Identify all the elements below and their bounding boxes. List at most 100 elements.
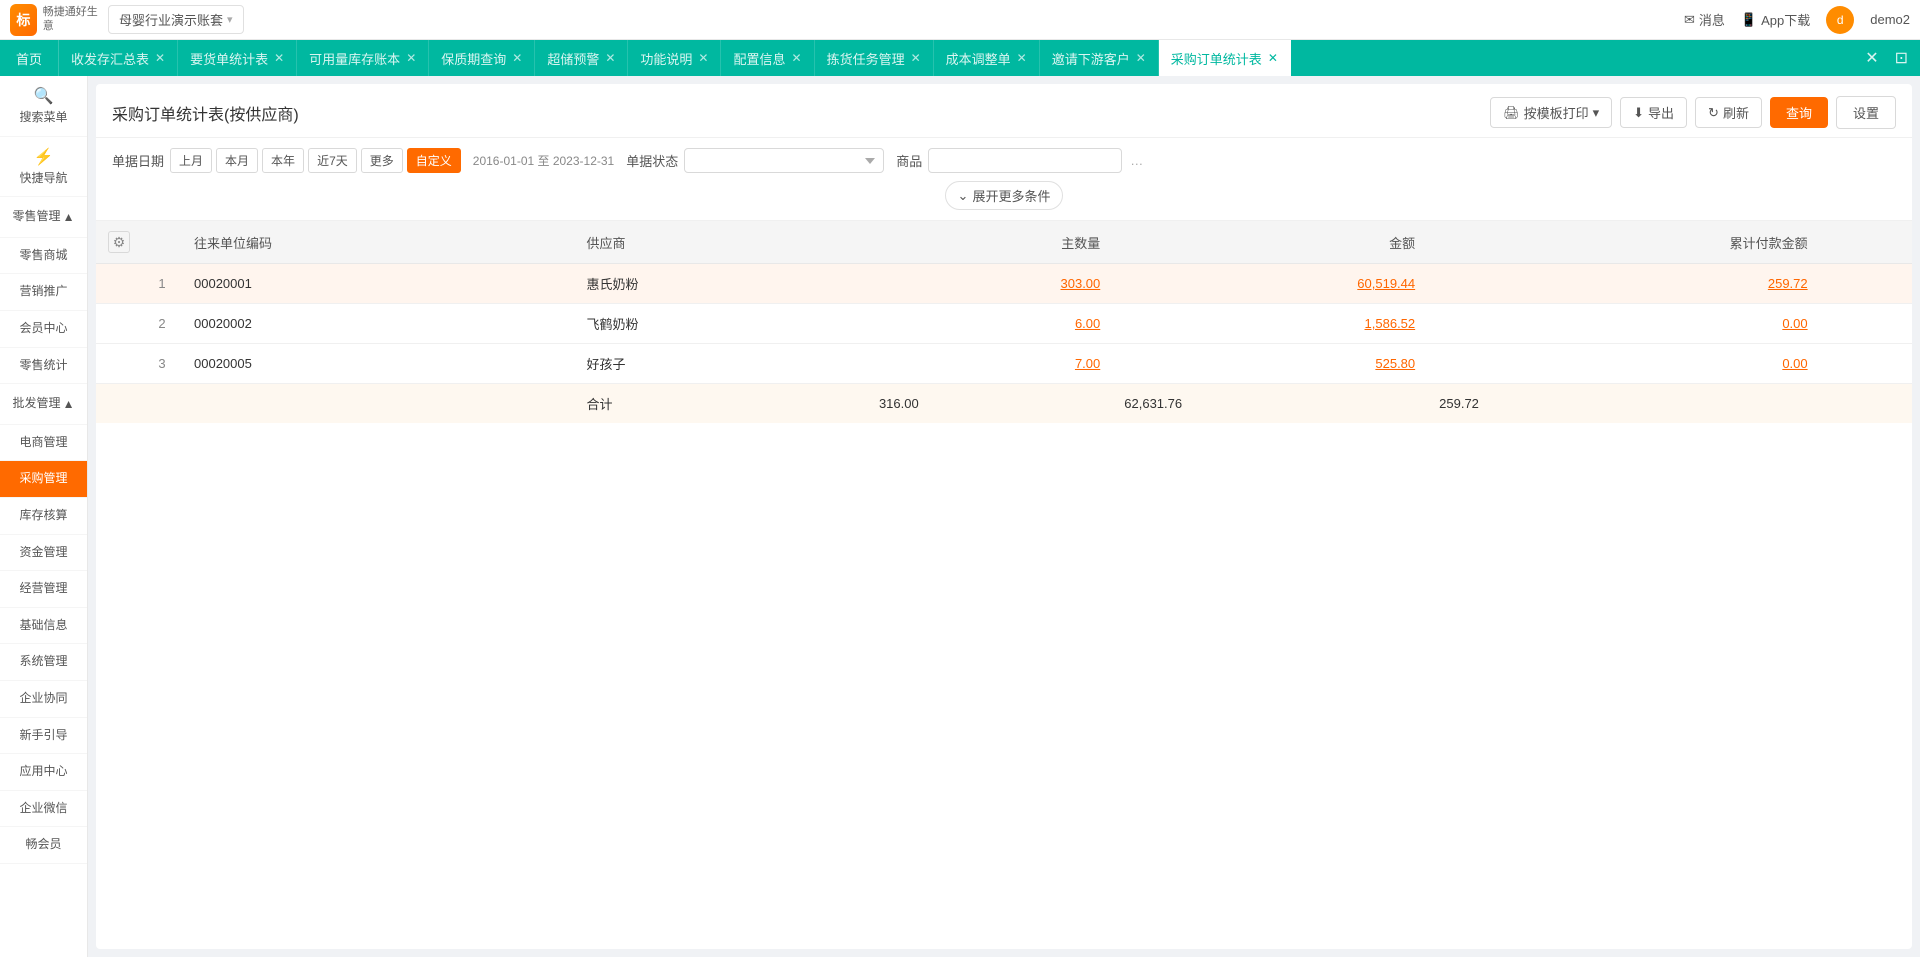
tab-close-jianhuo[interactable]: ✕ — [911, 51, 921, 65]
footer-amount: 62,631.76 — [1112, 384, 1427, 424]
export-button[interactable]: ⬇ 导出 — [1620, 97, 1687, 128]
sidebar-item-marketing[interactable]: 营销推广 — [0, 274, 87, 311]
tab-shoufa[interactable]: 收发存汇总表 ✕ — [59, 40, 178, 76]
table-row: 2 00020002 飞鹤奶粉 6.00 1,586.52 0.00 — [96, 304, 1912, 344]
sidebar-item-retail-stats[interactable]: 零售统计 — [0, 348, 87, 385]
tab-close-peizhi[interactable]: ✕ — [792, 51, 802, 65]
top-bar: 标 畅捷通好生意 母婴行业演示账套 ▾ ✉ 消息 📱 App下载 d demo2 — [0, 0, 1920, 40]
row-amount-3[interactable]: 525.80 — [1112, 344, 1427, 384]
row-paid-3[interactable]: 0.00 — [1427, 344, 1819, 384]
date-btn-custom[interactable]: 自定义 — [407, 148, 461, 173]
sidebar-item-inventory[interactable]: 库存核算 — [0, 498, 87, 535]
sidebar-item-retail-mall[interactable]: 零售商城 — [0, 238, 87, 275]
tab-peizhi[interactable]: 配置信息 ✕ — [721, 40, 814, 76]
row-amount-2[interactable]: 1,586.52 — [1112, 304, 1427, 344]
sidebar-item-vip[interactable]: 畅会员 — [0, 827, 87, 864]
column-toggle-icon[interactable]: ⚙ — [108, 231, 130, 253]
app-download-button[interactable]: 📱 App下载 — [1741, 10, 1810, 29]
row-qty-2[interactable]: 6.00 — [867, 304, 1112, 344]
sidebar-item-basic-info[interactable]: 基础信息 — [0, 608, 87, 645]
tab-jianhuo[interactable]: 拣货任务管理 ✕ — [815, 40, 934, 76]
app-download-label: App下载 — [1761, 10, 1810, 29]
expand-filter-button[interactable]: ⌄ 展开更多条件 — [945, 181, 1064, 210]
tab-kuyong[interactable]: 可用量库存账本 ✕ — [297, 40, 429, 76]
row-amount-1[interactable]: 60,519.44 — [1112, 264, 1427, 304]
purchase-label: 采购管理 — [19, 471, 67, 487]
date-btn-7days[interactable]: 近7天 — [308, 148, 357, 173]
sidebar-item-app-center[interactable]: 应用中心 — [0, 754, 87, 791]
ecommerce-label: 电商管理 — [19, 435, 67, 451]
col-settings[interactable]: ⚙ — [96, 221, 142, 264]
refresh-label: 刷新 — [1723, 103, 1749, 122]
tab-close-caigou[interactable]: ✕ — [1268, 51, 1278, 65]
sidebar-item-retail-mgmt[interactable]: 零售管理 ▲ — [0, 197, 87, 238]
row-qty-1[interactable]: 303.00 — [867, 264, 1112, 304]
tab-chengben[interactable]: 成本调整单 ✕ — [934, 40, 1040, 76]
tab-chaoyuyu[interactable]: 超储预警 ✕ — [535, 40, 628, 76]
tab-expand-icon[interactable]: ⊡ — [1891, 48, 1912, 68]
tab-label-caigou: 采购订单统计表 — [1171, 49, 1262, 68]
row-paid-2[interactable]: 0.00 — [1427, 304, 1819, 344]
date-btn-this-year[interactable]: 本年 — [262, 148, 304, 173]
sidebar-item-ecommerce[interactable]: 电商管理 — [0, 425, 87, 462]
message-button[interactable]: ✉ 消息 — [1684, 10, 1725, 29]
col-amount: 金额 — [1112, 221, 1427, 264]
content-area: 采购订单统计表(按供应商) 🖨 按模板打印 ▾ ⬇ 导出 ↻ 刷新 — [88, 76, 1920, 957]
filter-date-item: 单据日期 上月 本月 本年 近7天 更多 自定义 — [112, 148, 461, 173]
row-paid-1[interactable]: 259.72 — [1427, 264, 1819, 304]
settings-button[interactable]: 设置 — [1836, 96, 1896, 129]
tab-yaohuo[interactable]: 要货单统计表 ✕ — [178, 40, 297, 76]
sidebar-item-wechat[interactable]: 企业微信 — [0, 791, 87, 828]
export-label: 导出 — [1648, 103, 1674, 122]
date-btn-last-month[interactable]: 上月 — [170, 148, 212, 173]
query-button[interactable]: 查询 — [1770, 97, 1828, 128]
row-qty-3[interactable]: 7.00 — [867, 344, 1112, 384]
sidebar-item-system[interactable]: 系统管理 — [0, 644, 87, 681]
sidebar-item-search[interactable]: 🔍 搜索菜单 — [0, 76, 87, 137]
tab-close-yaohuo[interactable]: ✕ — [274, 51, 284, 65]
tab-close-baozhiqi[interactable]: ✕ — [512, 51, 522, 65]
sidebar-item-finance[interactable]: 资金管理 — [0, 535, 87, 572]
tab-close-chaoyuyu[interactable]: ✕ — [605, 51, 615, 65]
sidebar-item-purchase[interactable]: 采购管理 — [0, 461, 87, 498]
footer-num — [142, 384, 182, 424]
goods-input[interactable] — [928, 148, 1122, 173]
row-num-2: 2 — [142, 304, 182, 344]
row-code-2: 00020002 — [182, 304, 574, 344]
tab-gongneng[interactable]: 功能说明 ✕ — [628, 40, 721, 76]
tab-close-all-icon[interactable]: ✕ — [1861, 48, 1882, 68]
date-btn-more[interactable]: 更多 — [361, 148, 403, 173]
tab-baozhiqi[interactable]: 保质期查询 ✕ — [429, 40, 535, 76]
sidebar-item-member[interactable]: 会员中心 — [0, 311, 87, 348]
sidebar-item-collab[interactable]: 企业协同 — [0, 681, 87, 718]
tab-close-shoufa[interactable]: ✕ — [155, 51, 165, 65]
sidebar-item-wholesale[interactable]: 批发管理 ▲ — [0, 384, 87, 425]
sidebar-item-quicknav[interactable]: ⚡ 快捷导航 — [0, 137, 87, 198]
date-btn-this-month[interactable]: 本月 — [216, 148, 258, 173]
refresh-button[interactable]: ↻ 刷新 — [1695, 97, 1762, 128]
row-supplier-2: 飞鹤奶粉 — [574, 304, 866, 344]
tab-close-yaoqing[interactable]: ✕ — [1136, 51, 1146, 65]
inventory-label: 库存核算 — [19, 508, 67, 524]
footer-settings — [96, 384, 142, 424]
tab-caigou-active[interactable]: 采购订单统计表 ✕ — [1159, 40, 1291, 76]
tab-close-kuyong[interactable]: ✕ — [406, 51, 416, 65]
tab-close-chengben[interactable]: ✕ — [1017, 51, 1027, 65]
tab-yaoqing[interactable]: 邀请下游客户 ✕ — [1040, 40, 1159, 76]
goods-more-icon[interactable]: … — [1130, 153, 1143, 168]
sidebar-item-newbie[interactable]: 新手引导 — [0, 718, 87, 755]
status-label: 单据状态 — [626, 151, 678, 170]
user-name[interactable]: demo2 — [1870, 12, 1910, 27]
status-select[interactable] — [684, 148, 884, 173]
logo-letter: 标 — [16, 10, 30, 30]
row-settings-1 — [96, 264, 142, 304]
tab-close-gongneng[interactable]: ✕ — [698, 51, 708, 65]
logo-icon: 标 — [10, 4, 37, 36]
footer-code — [182, 384, 574, 424]
print-button[interactable]: 🖨 按模板打印 ▾ — [1490, 97, 1612, 128]
workspace-selector[interactable]: 母婴行业演示账套 ▾ — [108, 5, 244, 34]
table-footer-row: 合计 316.00 62,631.76 259.72 — [96, 384, 1912, 424]
tab-label-kuyong: 可用量库存账本 — [309, 49, 400, 68]
sidebar-item-operation[interactable]: 经营管理 — [0, 571, 87, 608]
tab-home[interactable]: 首页 — [0, 40, 59, 76]
